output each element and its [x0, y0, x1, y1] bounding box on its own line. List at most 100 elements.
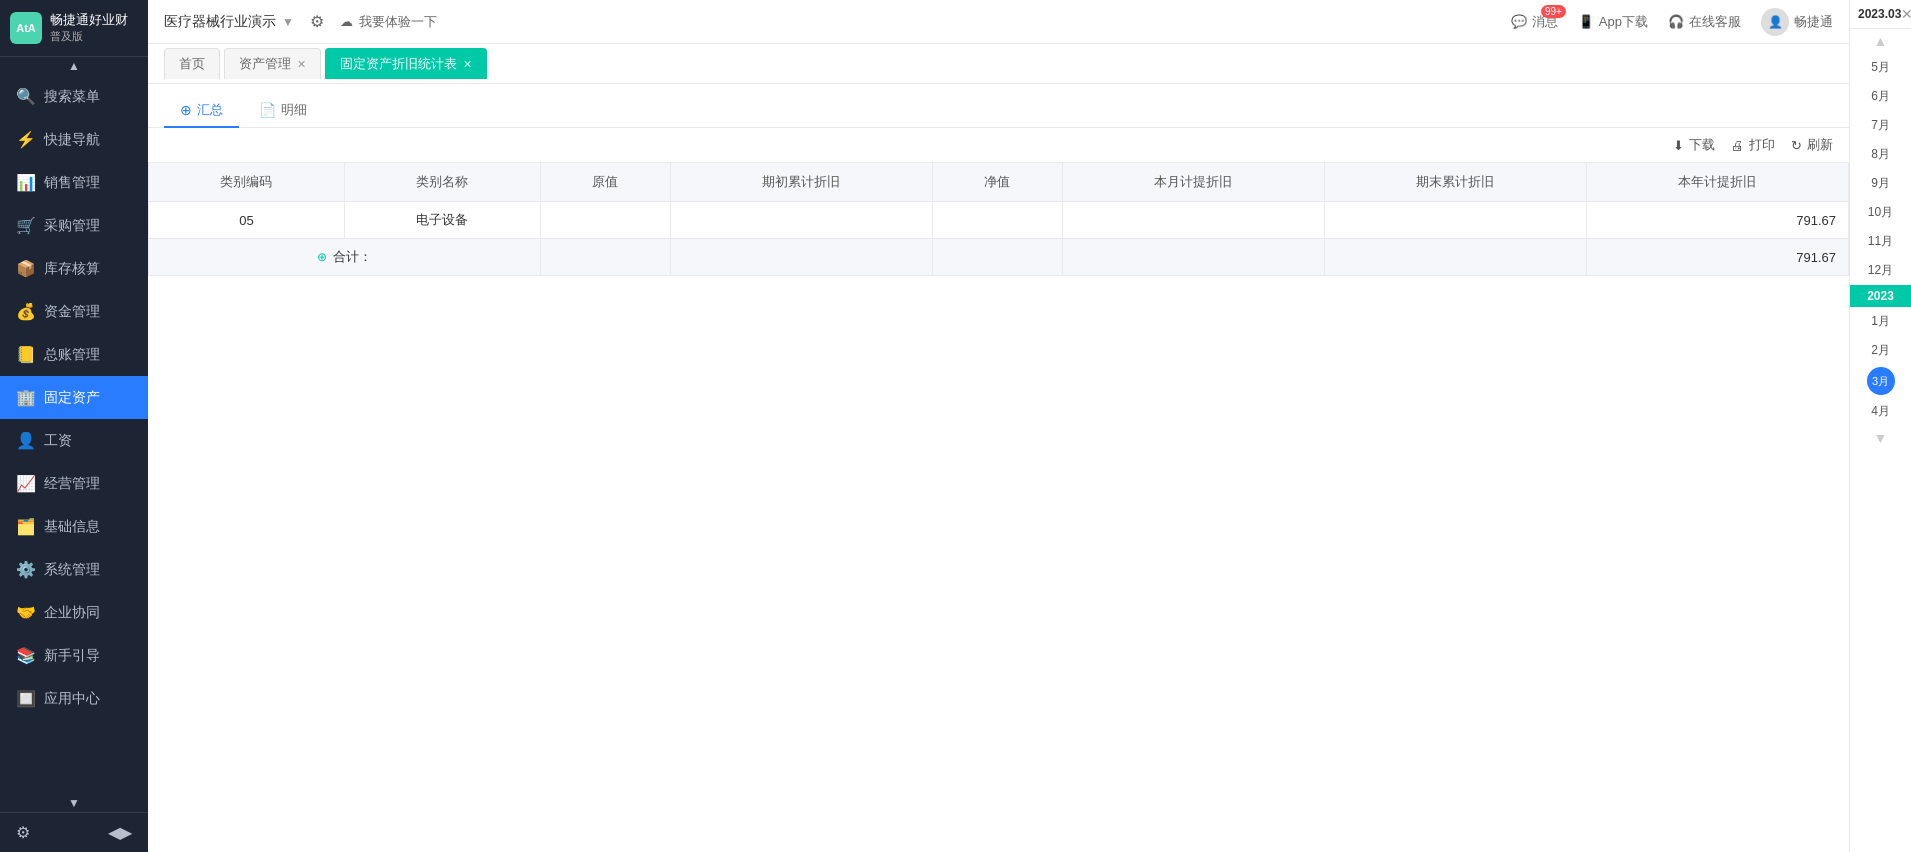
- date-month-item[interactable]: 12月: [1850, 256, 1911, 285]
- download-icon: 📱: [1578, 14, 1594, 29]
- table-total-row: ⊕ 合计： 791.67: [149, 239, 1849, 276]
- sidebar-item-quick-nav[interactable]: ⚡ 快捷导航: [0, 118, 148, 161]
- date-month-item[interactable]: 1月: [1850, 307, 1911, 336]
- support-action[interactable]: 🎧 在线客服: [1668, 13, 1741, 31]
- col-net: 净值: [932, 163, 1062, 202]
- logo-sub: 普及版: [50, 29, 128, 44]
- date-month-item[interactable]: 5月: [1850, 53, 1911, 82]
- sidebar-item-app-center[interactable]: 🔲 应用中心: [0, 677, 148, 720]
- col-init-depr: 期初累计折旧: [670, 163, 932, 202]
- col-name: 类别名称: [344, 163, 540, 202]
- date-panel: 2023.03 ✕ ⤢ ▲ 5月6月7月8月9月10月11月12月 2023 1…: [1849, 0, 1911, 852]
- sidebar-item-label: 固定资产: [44, 389, 100, 407]
- date-panel-close-icon[interactable]: ✕: [1901, 6, 1911, 22]
- settings-footer-icon[interactable]: ⚙: [16, 823, 30, 842]
- header-settings-icon[interactable]: ⚙: [310, 12, 324, 31]
- print-button[interactable]: 🖨 打印: [1731, 136, 1775, 154]
- sidebar-item-label: 资金管理: [44, 303, 100, 321]
- sidebar-item-sales[interactable]: 📊 销售管理: [0, 161, 148, 204]
- sub-tab-summary[interactable]: ⊕ 汇总: [164, 94, 239, 128]
- col-code: 类别编码: [149, 163, 345, 202]
- tab-close-icon[interactable]: ✕: [297, 58, 306, 71]
- inventory-icon: 📦: [16, 259, 34, 278]
- tabs-bar: 首页资产管理✕ 固定资产折旧统计表 ✕: [148, 44, 1849, 84]
- cell-total-monthly: [1062, 239, 1324, 276]
- total-icon: ⊕: [317, 250, 327, 264]
- date-month-item[interactable]: 7月: [1850, 111, 1911, 140]
- date-month-item[interactable]: 9月: [1850, 169, 1911, 198]
- sales-icon: 📊: [16, 173, 34, 192]
- sidebar-item-fixed-assets[interactable]: 🏢 固定资产: [0, 376, 148, 419]
- main-area: 医疗器械行业演示 ▼ ⚙ ☁ 我要体验一下 💬 消息 99+ 📱 App下载 🎧…: [148, 0, 1849, 852]
- header-left: 医疗器械行业演示 ▼ ⚙ ☁ 我要体验一下: [164, 12, 437, 31]
- date-month-item[interactable]: 11月: [1850, 227, 1911, 256]
- date-nav-down[interactable]: ▼: [1850, 426, 1911, 450]
- refresh-button[interactable]: ↻ 刷新: [1791, 136, 1833, 154]
- company-selector[interactable]: 医疗器械行业演示 ▼: [164, 13, 294, 31]
- sidebar-scroll-down[interactable]: ▼: [0, 794, 148, 812]
- date-header-text: 2023.03: [1858, 7, 1901, 21]
- experience-icon: ☁: [340, 14, 353, 29]
- experience-button[interactable]: ☁ 我要体验一下: [340, 13, 437, 31]
- message-action[interactable]: 💬 消息 99+: [1511, 13, 1558, 31]
- tab-asset-mgmt[interactable]: 资产管理✕: [224, 48, 321, 79]
- sidebar-item-label: 经营管理: [44, 475, 100, 493]
- cell-total-net: [932, 239, 1062, 276]
- tab-label: 固定资产折旧统计表: [340, 55, 457, 73]
- tab-home[interactable]: 首页: [164, 48, 220, 79]
- date-month-item[interactable]: 6月: [1850, 82, 1911, 111]
- header-right: 💬 消息 99+ 📱 App下载 🎧 在线客服 👤 畅捷通: [1511, 8, 1833, 36]
- date-month-item[interactable]: 10月: [1850, 198, 1911, 227]
- date-panel-header: 2023.03 ✕ ⤢: [1850, 0, 1911, 29]
- sidebar-item-purchase[interactable]: 🛒 采购管理: [0, 204, 148, 247]
- system-icon: ⚙️: [16, 560, 34, 579]
- sidebar-item-enterprise[interactable]: 🤝 企业协同: [0, 591, 148, 634]
- payroll-icon: 👤: [16, 431, 34, 450]
- collapse-icon[interactable]: ◀▶: [108, 823, 132, 842]
- table-row: 05 电子设备 791.67: [149, 202, 1849, 239]
- sidebar-item-payroll[interactable]: 👤 工资: [0, 419, 148, 462]
- user-action[interactable]: 👤 畅捷通: [1761, 8, 1833, 36]
- app-center-icon: 🔲: [16, 689, 34, 708]
- sidebar-item-ledger[interactable]: 📒 总账管理: [0, 333, 148, 376]
- tab-depreciation[interactable]: 固定资产折旧统计表 ✕: [325, 48, 487, 79]
- sidebar-item-guide[interactable]: 📚 新手引导: [0, 634, 148, 677]
- sidebar-item-label: 库存核算: [44, 260, 100, 278]
- date-nav-up[interactable]: ▲: [1850, 29, 1911, 53]
- sub-tab-detail[interactable]: 📄 明细: [243, 94, 323, 128]
- sidebar-item-inventory[interactable]: 📦 库存核算: [0, 247, 148, 290]
- summary-icon: ⊕: [180, 102, 192, 118]
- sidebar-item-label: 销售管理: [44, 174, 100, 192]
- purchase-icon: 🛒: [16, 216, 34, 235]
- date-month-item[interactable]: 3月: [1867, 367, 1895, 395]
- sidebar: AtA 畅捷通好业财 普及版 ▲ 🔍 搜索菜单 ⚡ 快捷导航 📊 销售管理 🛒 …: [0, 0, 148, 852]
- sidebar-scroll-up[interactable]: ▲: [0, 57, 148, 75]
- depreciation-table: 类别编码 类别名称 原值 期初累计折旧 净值 本月计提折旧 期末累计折旧 本年计…: [148, 162, 1849, 276]
- sidebar-logo: AtA 畅捷通好业财 普及版: [0, 0, 148, 57]
- cell-net: [932, 202, 1062, 239]
- sidebar-item-search[interactable]: 🔍 搜索菜单: [0, 75, 148, 118]
- sidebar-item-funds[interactable]: 💰 资金管理: [0, 290, 148, 333]
- company-name: 医疗器械行业演示: [164, 13, 276, 31]
- message-icon: 💬: [1511, 14, 1527, 29]
- sidebar-item-label: 基础信息: [44, 518, 100, 536]
- sidebar-item-basic-info[interactable]: 🗂️ 基础信息: [0, 505, 148, 548]
- download-toolbar-icon: ⬇: [1673, 138, 1684, 153]
- date-month-item[interactable]: 4月: [1850, 397, 1911, 426]
- sidebar-item-label: 系统管理: [44, 561, 100, 579]
- date-month-item[interactable]: 8月: [1850, 140, 1911, 169]
- col-annual: 本年计提折旧: [1586, 163, 1848, 202]
- sidebar-item-label: 应用中心: [44, 690, 100, 708]
- download-button[interactable]: ⬇ 下载: [1673, 136, 1715, 154]
- tab-close-icon[interactable]: ✕: [463, 58, 472, 71]
- sub-tabs: ⊕ 汇总 📄 明细: [148, 84, 1849, 128]
- download-action[interactable]: 📱 App下载: [1578, 13, 1648, 31]
- sidebar-item-system[interactable]: ⚙️ 系统管理: [0, 548, 148, 591]
- tabs-container: 首页资产管理✕ 固定资产折旧统计表 ✕: [164, 48, 487, 79]
- header: 医疗器械行业演示 ▼ ⚙ ☁ 我要体验一下 💬 消息 99+ 📱 App下载 🎧…: [148, 0, 1849, 44]
- col-original: 原值: [540, 163, 670, 202]
- cell-original: [540, 202, 670, 239]
- data-table-wrap: 类别编码 类别名称 原值 期初累计折旧 净值 本月计提折旧 期末累计折旧 本年计…: [148, 162, 1849, 852]
- date-month-item[interactable]: 2月: [1850, 336, 1911, 365]
- sidebar-item-operations[interactable]: 📈 经营管理: [0, 462, 148, 505]
